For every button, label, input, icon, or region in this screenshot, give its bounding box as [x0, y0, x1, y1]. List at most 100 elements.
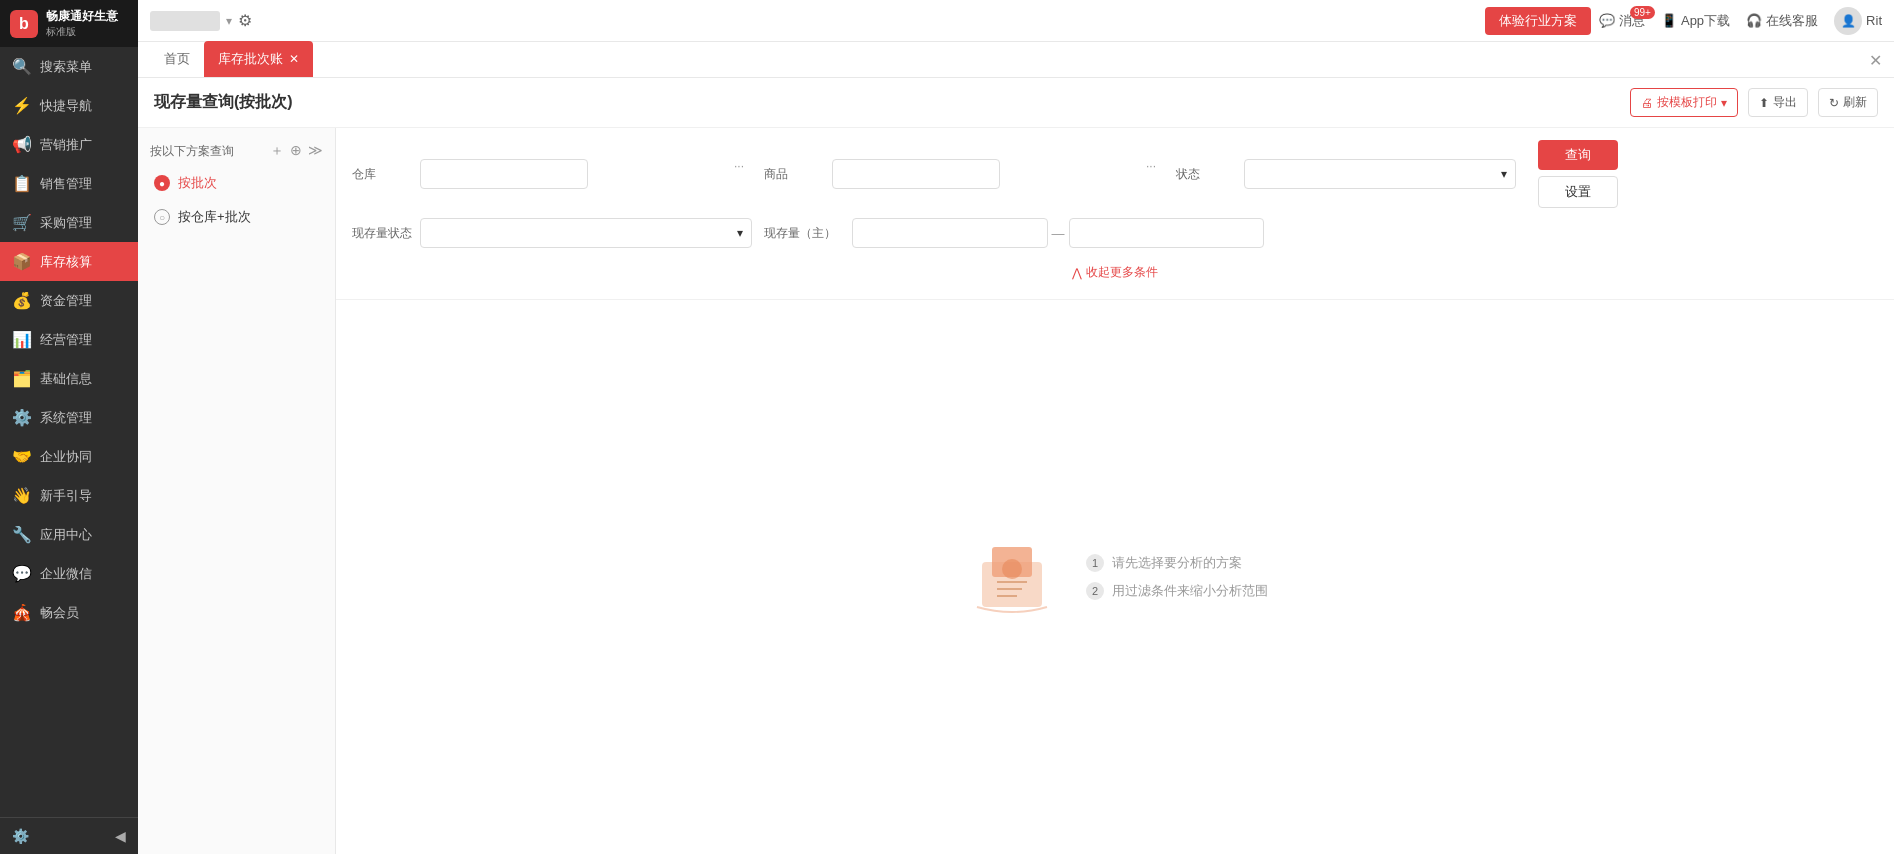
- topbar: ▾ ⚙ 体验行业方案 💬 消息 99+ 📱 App下载 🎧 在线客服 👤 Rit: [138, 0, 1894, 42]
- trial-button[interactable]: 体验行业方案: [1485, 7, 1591, 35]
- chevron-down-icon: ▾: [737, 226, 743, 240]
- chevron-down-icon: ▾: [1501, 167, 1507, 181]
- right-content: 仓库 ··· 商品 ··· 状态: [336, 128, 1894, 854]
- system-icon: ⚙️: [12, 408, 32, 427]
- collapse-panel-icon[interactable]: ≫: [308, 142, 323, 160]
- sidebar-item-label: 企业微信: [40, 565, 92, 583]
- scheme-item-warehouse-batch[interactable]: ○ 按仓库+批次: [138, 200, 335, 234]
- tip-text-2: 用过滤条件来缩小分析范围: [1112, 582, 1268, 600]
- content-area: 按以下方案查询 ＋ ⊕ ≫ ● 按批次 ○ 按仓库+批次: [138, 128, 1894, 854]
- inventory-qty-min-input[interactable]: [852, 218, 1048, 248]
- filter-area: 仓库 ··· 商品 ··· 状态: [336, 128, 1894, 300]
- sidebar-item-system[interactable]: ⚙️ 系统管理: [0, 398, 138, 437]
- company-name: 畅康通好生意: [46, 8, 118, 25]
- filter-row-1: 仓库 ··· 商品 ··· 状态: [352, 140, 1878, 208]
- warehouse-input[interactable]: [420, 159, 588, 189]
- sidebar-item-finance[interactable]: 💰 资金管理: [0, 281, 138, 320]
- product-input[interactable]: [832, 159, 1000, 189]
- tip-num-1: 1: [1086, 554, 1104, 572]
- status-select[interactable]: ▾: [1244, 159, 1516, 189]
- print-button[interactable]: 🖨 按模板打印 ▾: [1630, 88, 1738, 117]
- tabbar: 首页 库存批次账 ✕ ✕: [138, 42, 1894, 78]
- status-label: 状态: [1176, 166, 1236, 183]
- inventory-icon: 📦: [12, 252, 32, 271]
- tip-num-2: 2: [1086, 582, 1104, 600]
- sidebar-bottom: ⚙️ ◀: [0, 817, 138, 854]
- sidebar-item-basic-info[interactable]: 🗂️ 基础信息: [0, 359, 138, 398]
- panel-close-icon[interactable]: ✕: [1869, 50, 1882, 69]
- app-center-icon: 🔧: [12, 525, 32, 544]
- sidebar-item-marketing[interactable]: 📢 营销推广: [0, 125, 138, 164]
- finance-icon: 💰: [12, 291, 32, 310]
- inventory-qty-label: 现存量（主）: [764, 225, 844, 242]
- tip-item-2: 2 用过滤条件来缩小分析范围: [1086, 582, 1268, 600]
- sidebar-item-label: 销售管理: [40, 175, 92, 193]
- user-profile-item[interactable]: 👤 Rit: [1834, 7, 1882, 35]
- sidebar-header: b 畅康通好生意 标准版: [0, 0, 138, 47]
- collapse-sidebar-icon[interactable]: ◀: [115, 828, 126, 844]
- product-more-icon[interactable]: ···: [1146, 159, 1156, 173]
- refresh-button[interactable]: ↻ 刷新: [1818, 88, 1878, 117]
- export-button[interactable]: ⬆ 导出: [1748, 88, 1808, 117]
- scheme-item-batch[interactable]: ● 按批次: [138, 166, 335, 200]
- sidebar-item-search[interactable]: 🔍 搜索菜单: [0, 47, 138, 86]
- sidebar-item-quick-nav[interactable]: ⚡ 快捷导航: [0, 86, 138, 125]
- wechat-icon: 💬: [12, 564, 32, 583]
- sidebar-item-label: 采购管理: [40, 214, 92, 232]
- sidebar-item-operations[interactable]: 📊 经营管理: [0, 320, 138, 359]
- newbie-icon: 👋: [12, 486, 32, 505]
- settings-bottom-icon[interactable]: ⚙️: [12, 828, 29, 844]
- basic-info-icon: 🗂️: [12, 369, 32, 388]
- inventory-status-select[interactable]: ▾: [420, 218, 752, 248]
- inventory-status-label: 现存量状态: [352, 225, 412, 242]
- sidebar-item-label: 畅会员: [40, 604, 79, 622]
- sidebar-item-label: 经营管理: [40, 331, 92, 349]
- chevron-down-icon[interactable]: ▾: [226, 14, 232, 28]
- export-icon: ⬆: [1759, 96, 1769, 110]
- warehouse-more-icon[interactable]: ···: [734, 159, 744, 173]
- tab-home[interactable]: 首页: [150, 41, 204, 77]
- tab-close-icon[interactable]: ✕: [289, 52, 299, 66]
- app-logo: b: [10, 10, 38, 38]
- collapse-up-icon: ⋀: [1072, 266, 1082, 280]
- empty-tips: 1 请先选择要分析的方案 2 用过滤条件来缩小分析范围: [1086, 554, 1268, 600]
- avatar: 👤: [1834, 7, 1862, 35]
- inventory-qty-max-input[interactable]: [1069, 218, 1265, 248]
- app-version: 标准版: [46, 25, 118, 39]
- message-badge: 99+: [1630, 6, 1655, 19]
- filter-action-btns: 查询 设置: [1538, 140, 1618, 208]
- empty-state: 1 请先选择要分析的方案 2 用过滤条件来缩小分析范围: [336, 300, 1894, 854]
- sidebar-item-label: 基础信息: [40, 370, 92, 388]
- range-dash: —: [1052, 226, 1065, 241]
- online-service-item[interactable]: 🎧 在线客服: [1746, 12, 1818, 30]
- add-scheme-icon[interactable]: ＋: [270, 142, 284, 160]
- sidebar-item-newbie[interactable]: 👋 新手引导: [0, 476, 138, 515]
- sidebar-item-label: 库存核算: [40, 253, 92, 271]
- gear-icon[interactable]: ⚙: [238, 11, 252, 30]
- sidebar-item-inventory[interactable]: 📦 库存核算: [0, 242, 138, 281]
- collapse-bar[interactable]: ⋀ 收起更多条件: [352, 258, 1878, 287]
- scheme-settings-icon[interactable]: ⊕: [290, 142, 302, 160]
- sidebar-item-wechat[interactable]: 💬 企业微信: [0, 554, 138, 593]
- breadcrumb-box: [150, 11, 220, 31]
- svg-point-2: [1002, 559, 1022, 579]
- settings-button[interactable]: 设置: [1538, 176, 1618, 208]
- sidebar-item-purchase[interactable]: 🛒 采购管理: [0, 203, 138, 242]
- warehouse-field: 仓库 ···: [352, 159, 752, 189]
- app-download-item[interactable]: 📱 App下载: [1661, 12, 1730, 30]
- page-header: 现存量查询(按批次) 🖨 按模板打印 ▾ ⬆ 导出 ↻ 刷新: [138, 78, 1894, 128]
- query-button[interactable]: 查询: [1538, 140, 1618, 170]
- messages-item[interactable]: 💬 消息 99+: [1599, 12, 1645, 30]
- sidebar-item-member[interactable]: 🎪 畅会员: [0, 593, 138, 632]
- member-icon: 🎪: [12, 603, 32, 622]
- chevron-down-icon[interactable]: ▾: [1721, 96, 1727, 110]
- sidebar-item-app-center[interactable]: 🔧 应用中心: [0, 515, 138, 554]
- sidebar-item-collab[interactable]: 🤝 企业协同: [0, 437, 138, 476]
- quick-nav-icon: ⚡: [12, 96, 32, 115]
- tip-text-1: 请先选择要分析的方案: [1112, 554, 1242, 572]
- tab-inventory-batch[interactable]: 库存批次账 ✕: [204, 41, 313, 77]
- sidebar-nav-area: 🔍 搜索菜单 ⚡ 快捷导航 📢 营销推广 📋 销售管理 🛒 采购管理 📦 库存核…: [0, 47, 138, 817]
- inventory-qty-field: 现存量（主） —: [764, 218, 1264, 248]
- sidebar-item-sales[interactable]: 📋 销售管理: [0, 164, 138, 203]
- operations-icon: 📊: [12, 330, 32, 349]
